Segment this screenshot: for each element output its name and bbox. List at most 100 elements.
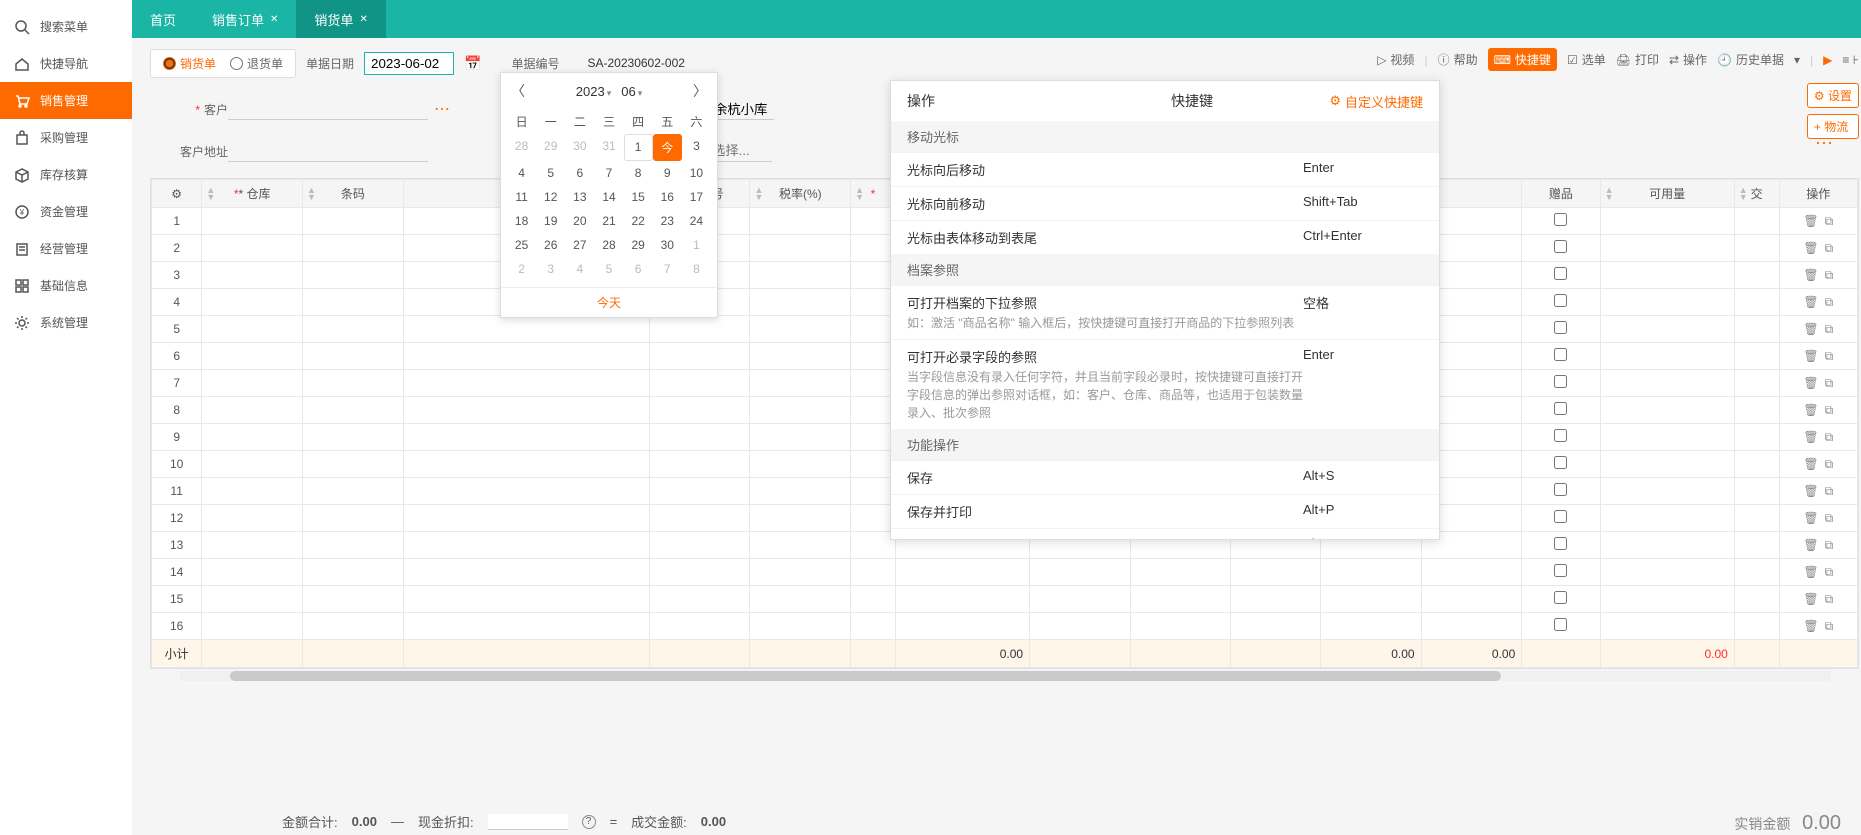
cal-day[interactable]: 23 [653, 209, 682, 233]
customer-picker-icon[interactable]: ⋯ [434, 99, 450, 119]
cell[interactable] [649, 505, 750, 532]
cell[interactable] [403, 343, 649, 370]
cell[interactable] [895, 559, 1029, 586]
cal-day[interactable]: 25 [507, 233, 536, 257]
delete-icon[interactable]: 🗑 [1803, 403, 1818, 418]
cell[interactable] [202, 505, 303, 532]
cell[interactable] [403, 532, 649, 559]
gift-checkbox[interactable] [1554, 456, 1567, 469]
copy-icon[interactable]: ⧉ [1825, 457, 1834, 472]
cal-day[interactable]: 11 [507, 185, 536, 209]
cell[interactable] [1030, 559, 1131, 586]
cell[interactable] [202, 289, 303, 316]
print-button[interactable]: 🖨 打印 [1616, 51, 1659, 68]
cell[interactable] [1734, 559, 1779, 586]
cell[interactable] [1734, 316, 1779, 343]
delete-icon[interactable]: 🗑 [1803, 565, 1818, 580]
help-icon[interactable]: ? [582, 815, 596, 829]
cal-month[interactable]: 06 [621, 84, 642, 99]
cell[interactable] [1600, 478, 1734, 505]
cell[interactable] [649, 370, 750, 397]
cal-day[interactable]: 24 [682, 209, 711, 233]
cell[interactable] [403, 613, 649, 640]
next-icon[interactable]: ▶ [1823, 53, 1832, 67]
delete-icon[interactable]: 🗑 [1803, 349, 1818, 364]
cell[interactable] [1600, 235, 1734, 262]
cal-day[interactable]: 31 [594, 134, 623, 161]
cell[interactable] [851, 289, 896, 316]
video-button[interactable]: ▷ 视频 [1377, 51, 1414, 68]
cell[interactable] [202, 208, 303, 235]
cal-day[interactable]: 2 [507, 257, 536, 281]
cell[interactable] [1320, 559, 1421, 586]
delete-icon[interactable]: 🗑 [1803, 376, 1818, 391]
address-input[interactable] [228, 140, 428, 162]
gift-cell[interactable] [1522, 262, 1600, 289]
cell[interactable] [1600, 316, 1734, 343]
gift-cell[interactable] [1522, 559, 1600, 586]
cell[interactable] [1734, 424, 1779, 451]
cell[interactable] [750, 613, 851, 640]
gift-cell[interactable] [1522, 316, 1600, 343]
cal-day[interactable]: 30 [653, 233, 682, 257]
horizontal-scrollbar[interactable] [180, 671, 1831, 681]
cell[interactable] [202, 532, 303, 559]
cell[interactable] [202, 613, 303, 640]
cell[interactable] [303, 235, 404, 262]
cell[interactable] [750, 532, 851, 559]
cell[interactable] [1600, 208, 1734, 235]
cell[interactable] [202, 370, 303, 397]
gear-icon[interactable]: ⚙ [171, 187, 182, 201]
cash-discount-input[interactable] [488, 814, 568, 830]
operate-button[interactable]: ⇄ 操作 [1669, 51, 1707, 68]
cell[interactable] [851, 397, 896, 424]
gift-checkbox[interactable] [1554, 321, 1567, 334]
gift-cell[interactable] [1522, 532, 1600, 559]
cell[interactable] [1734, 235, 1779, 262]
history-dropdown-icon[interactable]: ▾ [1794, 53, 1800, 67]
cal-day[interactable]: 5 [536, 161, 565, 185]
cal-day[interactable]: 19 [536, 209, 565, 233]
cal-day[interactable]: 26 [536, 233, 565, 257]
tab-1[interactable]: 销售订单✕ [194, 0, 296, 38]
cell[interactable] [750, 262, 851, 289]
gift-checkbox[interactable] [1554, 375, 1567, 388]
copy-icon[interactable]: ⧉ [1825, 511, 1834, 526]
copy-icon[interactable]: ⧉ [1825, 592, 1834, 607]
cal-day[interactable]: 4 [507, 161, 536, 185]
cell[interactable] [750, 559, 851, 586]
sidebar-item-5[interactable]: ¥资金管理 [0, 193, 132, 230]
table-row[interactable]: 16🗑⧉ [152, 613, 1858, 640]
cell[interactable] [851, 370, 896, 397]
cell[interactable] [851, 316, 896, 343]
copy-icon[interactable]: ⧉ [1825, 430, 1834, 445]
cell[interactable] [1734, 613, 1779, 640]
cell[interactable] [1734, 532, 1779, 559]
cal-day[interactable]: 27 [565, 233, 594, 257]
cell[interactable] [202, 586, 303, 613]
cell[interactable] [1734, 262, 1779, 289]
help-button[interactable]: ⓘ 帮助 [1438, 51, 1478, 68]
cell[interactable] [1734, 478, 1779, 505]
gift-cell[interactable] [1522, 478, 1600, 505]
table-row[interactable]: 15🗑⧉ [152, 586, 1858, 613]
gift-checkbox[interactable] [1554, 618, 1567, 631]
gift-checkbox[interactable] [1554, 537, 1567, 550]
tab-2[interactable]: 销货单✕ [296, 0, 385, 38]
cal-day[interactable]: 18 [507, 209, 536, 233]
settings-button[interactable]: ⚙ 设置 [1807, 83, 1859, 108]
cell[interactable] [303, 559, 404, 586]
cell[interactable] [1734, 451, 1779, 478]
cell[interactable] [403, 586, 649, 613]
cal-day[interactable]: 4 [565, 257, 594, 281]
cell[interactable] [1600, 343, 1734, 370]
delete-icon[interactable]: 🗑 [1803, 511, 1818, 526]
cell[interactable] [202, 343, 303, 370]
copy-icon[interactable]: ⧉ [1825, 295, 1834, 310]
cell[interactable] [403, 316, 649, 343]
cell[interactable] [1600, 289, 1734, 316]
cell[interactable] [1600, 613, 1734, 640]
shortcut-button[interactable]: ⌨ 快捷键 [1488, 48, 1557, 71]
tab-0[interactable]: 首页 [132, 0, 194, 38]
cell[interactable] [303, 505, 404, 532]
